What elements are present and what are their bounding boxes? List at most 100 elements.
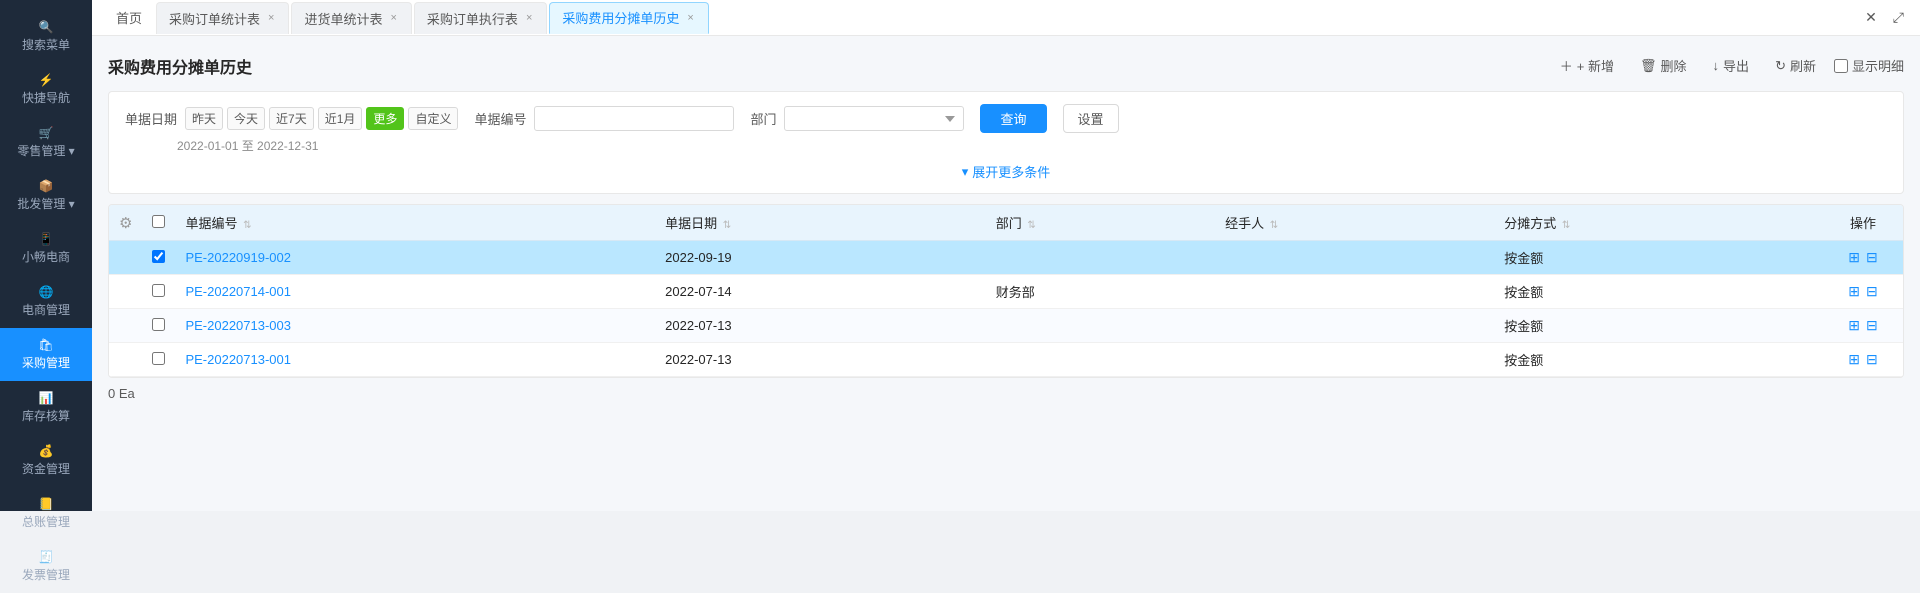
sidebar-item-purchase-label: 采购管理 xyxy=(4,354,88,371)
row-action-icons: ⊞ ⊟ xyxy=(1833,351,1893,368)
row-action-cell: ⊞ ⊟ xyxy=(1823,275,1903,309)
search-button[interactable]: 查询 xyxy=(980,104,1046,133)
dept-select[interactable]: 财务部 xyxy=(784,106,964,131)
expand-more-btn[interactable]: ▾ 展开更多条件 xyxy=(125,158,1887,185)
export-button[interactable]: ↓ 导出 xyxy=(1705,52,1758,79)
purchase-icon: 🛍 xyxy=(38,338,53,352)
tab-bar-close-btn[interactable]: ✕ xyxy=(1861,7,1881,28)
date-btn-yesterday[interactable]: 昨天 xyxy=(185,107,223,130)
table-row: PE-20220713-001 2022-07-13 按金额 ⊞ ⊟ xyxy=(109,343,1903,377)
row-checkbox-3[interactable] xyxy=(152,352,165,365)
finance-icon: 💰 xyxy=(39,444,54,458)
row-docno-link[interactable]: PE-20220713-001 xyxy=(185,352,291,367)
sidebar-item-ecommerce-small[interactable]: 📱 小畅电商 xyxy=(0,222,92,275)
row-docno-link[interactable]: PE-20220713-003 xyxy=(185,318,291,333)
row-docno-cell: PE-20220714-001 xyxy=(175,275,655,309)
row-checkbox-cell xyxy=(142,241,175,275)
row-settings-cell xyxy=(109,275,142,309)
row-docno-link[interactable]: PE-20220714-001 xyxy=(185,284,291,299)
sidebar-item-invoice[interactable]: 🧾 发票管理 xyxy=(0,540,92,593)
row-method-cell: 按金额 xyxy=(1494,275,1823,309)
row-checkbox-2[interactable] xyxy=(152,318,165,331)
row-docno-link[interactable]: PE-20220919-002 xyxy=(185,250,291,265)
row-date-cell: 2022-07-13 xyxy=(655,309,986,343)
th-doc-date: 单据日期 ⇅ xyxy=(655,205,986,241)
tab-inbound-stats[interactable]: 进货单统计表 × xyxy=(291,2,411,34)
row-detail-icon[interactable]: ⊟ xyxy=(1866,317,1878,334)
footer-count: 0 Ea xyxy=(108,386,1904,401)
sort-icon-dept: ⇅ xyxy=(1027,220,1035,231)
th-action: 操作 xyxy=(1823,205,1903,241)
tab-inbound-stats-close[interactable]: × xyxy=(388,12,398,24)
display-checkbox[interactable] xyxy=(1834,59,1848,73)
sidebar-item-ledger[interactable]: 📒 总账管理 xyxy=(0,487,92,540)
display-toggle[interactable]: 显示明细 xyxy=(1834,56,1904,75)
sidebar-item-purchase[interactable]: 🛍 采购管理 xyxy=(0,328,92,381)
row-method-cell: 按金额 xyxy=(1494,241,1823,275)
select-all-checkbox[interactable] xyxy=(152,215,165,228)
row-edit-icon[interactable]: ⊞ xyxy=(1848,351,1860,368)
row-method-cell: 按金额 xyxy=(1494,343,1823,377)
date-range-group: 昨天 今天 近7天 近1月 更多 自定义 xyxy=(185,107,458,130)
tab-purchase-cost-history[interactable]: 采购费用分摊单历史 × xyxy=(549,2,708,34)
date-btn-7days[interactable]: 近7天 xyxy=(269,107,314,130)
retail-icon: 🛒 xyxy=(39,126,54,140)
table-row: PE-20220714-001 2022-07-14 财务部 按金额 ⊞ ⊟ xyxy=(109,275,1903,309)
th-method: 分摊方式 ⇅ xyxy=(1494,205,1823,241)
sidebar-item-finance[interactable]: 💰 资金管理 xyxy=(0,434,92,487)
ecom-icon: 🌐 xyxy=(39,285,54,299)
tab-purchase-order-stats[interactable]: 采购订单统计表 × xyxy=(156,2,289,34)
tab-purchase-exec-label: 采购订单执行表 xyxy=(427,9,518,28)
row-edit-icon[interactable]: ⊞ xyxy=(1848,317,1860,334)
docno-input[interactable] xyxy=(534,106,734,131)
row-detail-icon[interactable]: ⊟ xyxy=(1866,283,1878,300)
sidebar-item-search[interactable]: 🔍 搜索菜单 xyxy=(0,10,92,63)
row-checkbox-1[interactable] xyxy=(152,284,165,297)
sidebar-item-quicknav[interactable]: ⚡ 快捷导航 xyxy=(0,63,92,116)
sidebar-item-wholesale[interactable]: 📦 批发管理 ▾ xyxy=(0,169,92,222)
row-settings-cell xyxy=(109,343,142,377)
row-date-cell: 2022-09-19 xyxy=(655,241,986,275)
date-btn-1month[interactable]: 近1月 xyxy=(318,107,363,130)
row-handler-cell xyxy=(1215,309,1494,343)
expand-label: 展开更多条件 xyxy=(972,162,1050,181)
row-checkbox-0[interactable] xyxy=(152,250,165,263)
docno-search-field: 单据编号 xyxy=(474,106,734,131)
date-btn-custom[interactable]: 自定义 xyxy=(408,107,458,130)
row-method-cell: 按金额 xyxy=(1494,309,1823,343)
tab-purchase-exec[interactable]: 采购订单执行表 × xyxy=(414,2,547,34)
tab-home[interactable]: 首页 xyxy=(104,2,154,34)
tab-home-label: 首页 xyxy=(116,8,142,27)
sidebar-item-ecom-label: 电商管理 xyxy=(4,301,88,318)
table-row: PE-20220919-002 2022-09-19 按金额 ⊞ ⊟ xyxy=(109,241,1903,275)
add-icon: ＋ xyxy=(1560,56,1573,75)
sidebar-item-inventory[interactable]: 📊 库存核算 xyxy=(0,381,92,434)
row-action-cell: ⊞ ⊟ xyxy=(1823,309,1903,343)
settings-gear-icon[interactable]: ⚙ xyxy=(119,215,132,232)
refresh-icon: ↻ xyxy=(1775,58,1786,74)
date-btn-today[interactable]: 今天 xyxy=(227,107,265,130)
row-detail-icon[interactable]: ⊟ xyxy=(1866,351,1878,368)
search-row: 单据日期 昨天 今天 近7天 近1月 更多 自定义 单据编号 xyxy=(125,104,1887,133)
row-detail-icon[interactable]: ⊟ xyxy=(1866,249,1878,266)
sort-icon-date: ⇅ xyxy=(723,220,731,231)
inventory-icon: 📊 xyxy=(39,391,54,405)
sidebar-item-finance-label: 资金管理 xyxy=(4,460,88,477)
refresh-button[interactable]: ↻ 刷新 xyxy=(1767,52,1824,79)
sidebar-item-retail[interactable]: 🛒 零售管理 ▾ xyxy=(0,116,92,169)
page-header: 采购费用分摊单历史 ＋ + 新增 🗑 删除 ↓ 导出 ↻ 刷新 xyxy=(108,52,1904,79)
tab-purchase-cost-history-close[interactable]: × xyxy=(685,12,695,24)
table-body: PE-20220919-002 2022-09-19 按金额 ⊞ ⊟ PE-20… xyxy=(109,241,1903,377)
sidebar-item-ecom-small-label: 小畅电商 xyxy=(4,248,88,265)
row-handler-cell xyxy=(1215,275,1494,309)
row-edit-icon[interactable]: ⊞ xyxy=(1848,249,1860,266)
tab-bar-maximize-btn[interactable]: ⤢ xyxy=(1889,7,1908,28)
settings-button[interactable]: 设置 xyxy=(1063,104,1119,133)
add-button[interactable]: ＋ + 新增 xyxy=(1552,52,1622,79)
row-edit-icon[interactable]: ⊞ xyxy=(1848,283,1860,300)
date-btn-more[interactable]: 更多 xyxy=(366,107,404,130)
tab-purchase-order-stats-close[interactable]: × xyxy=(266,12,276,24)
tab-purchase-exec-close[interactable]: × xyxy=(524,12,534,24)
sidebar-item-ecommerce[interactable]: 🌐 电商管理 xyxy=(0,275,92,328)
delete-button[interactable]: 🗑 删除 xyxy=(1632,52,1695,79)
